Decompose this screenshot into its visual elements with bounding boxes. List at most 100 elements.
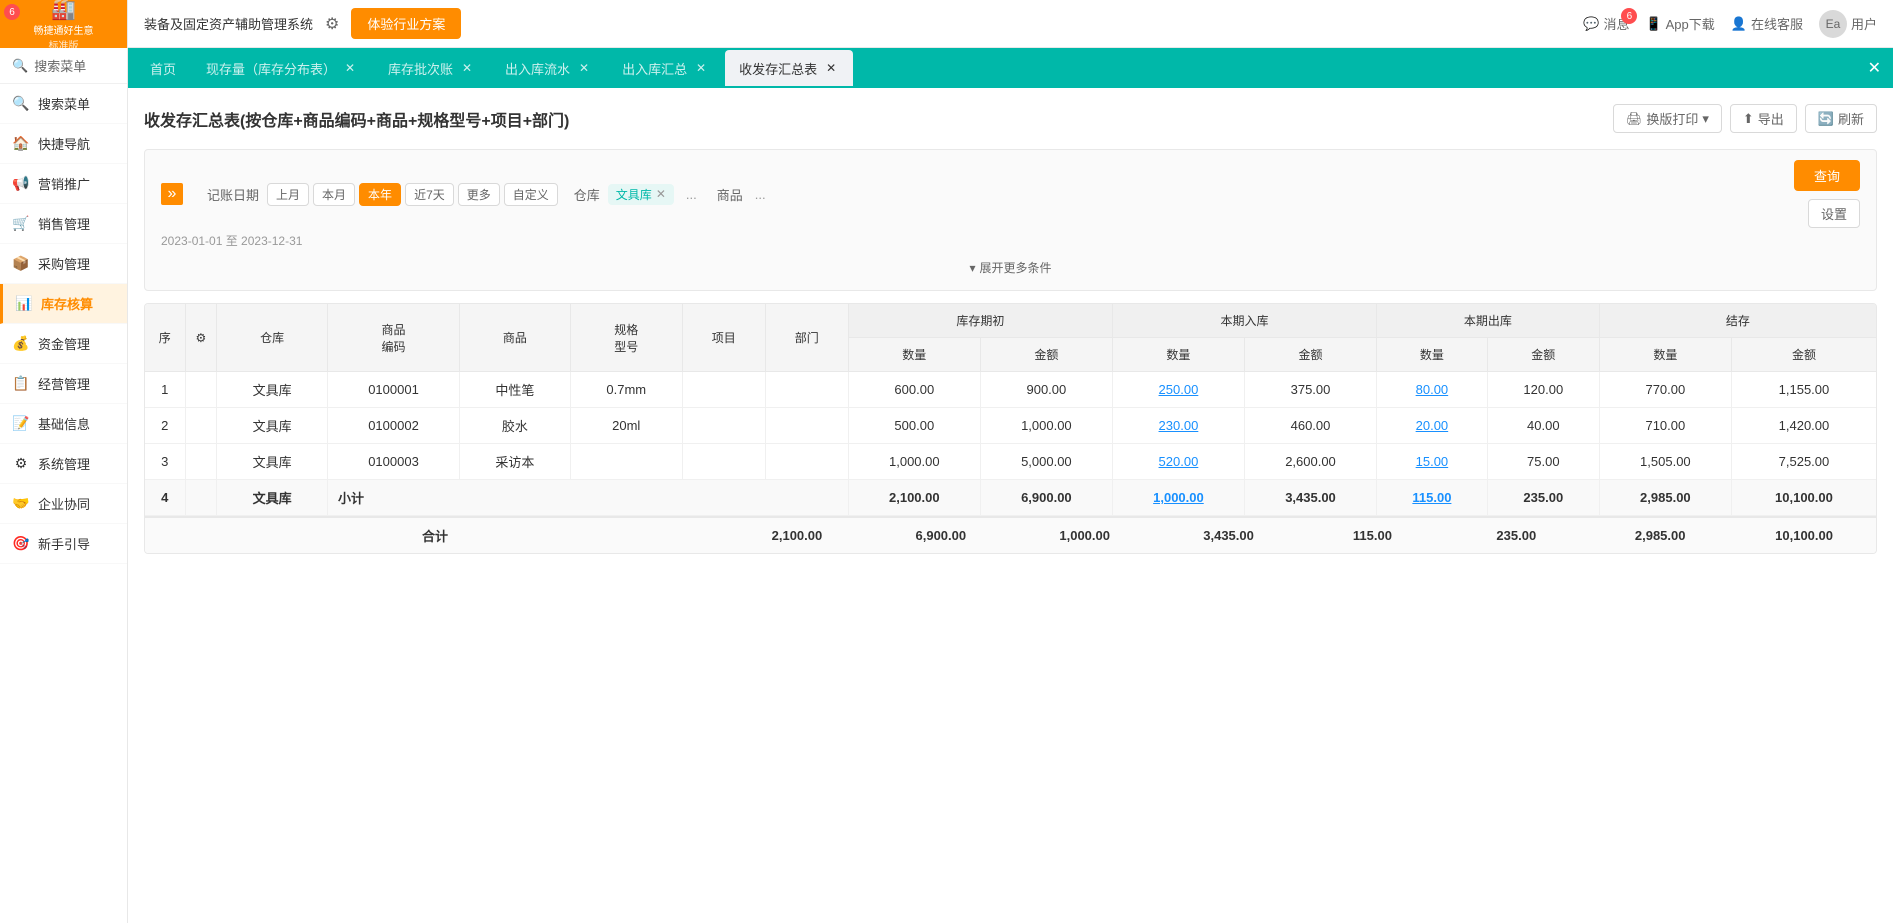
filter-bar: » 记账日期 上月 本月 本年 近7天 更多 自定义 仓库 <box>144 149 1877 291</box>
tab-label: 首页 <box>150 59 176 78</box>
sidebar-search[interactable]: 🔍 搜索菜单 <box>0 48 127 84</box>
tab-close-icon[interactable]: ✕ <box>823 60 839 76</box>
cell-in-qty[interactable]: 250.00 <box>1112 372 1244 408</box>
page-header: 收发存汇总表(按仓库+商品编码+商品+规格型号+项目+部门) 🖨 换版打印 ▾ … <box>144 104 1877 133</box>
user-item[interactable]: Ea 用户 <box>1819 10 1877 38</box>
guide-icon: 🎯 <box>12 535 30 553</box>
warehouse-dots[interactable]: ... <box>682 187 701 202</box>
sidebar-item-marketing[interactable]: 📢 营销推广 <box>0 164 127 204</box>
tab-首页[interactable]: 首页 <box>136 50 190 86</box>
filter-row: » 记账日期 上月 本月 本年 近7天 更多 自定义 仓库 <box>161 160 1860 228</box>
tab-出入库汇总[interactable]: 出入库汇总✕ <box>608 50 723 86</box>
sidebar-item-guide[interactable]: 🎯 新手引导 <box>0 524 127 564</box>
th-settings[interactable]: ⚙ <box>185 304 217 372</box>
sidebar-item-sales[interactable]: 🛒 销售管理 <box>0 204 127 244</box>
date-btn-7days[interactable]: 近7天 <box>405 183 454 206</box>
cell-balance-qty: 1,505.00 <box>1599 444 1731 480</box>
goods-dots[interactable]: ... <box>751 187 770 202</box>
warehouse-tag-close[interactable]: ✕ <box>656 187 666 201</box>
date-btn-last-month[interactable]: 上月 <box>267 183 309 206</box>
sidebar-item-label: 经营管理 <box>38 374 90 393</box>
table-row: 2 文具库 0100002 胶水 20ml 500.00 1,000.00 23… <box>145 408 1876 444</box>
refresh-button[interactable]: 🔄 刷新 <box>1805 104 1877 133</box>
tab-出入库流水[interactable]: 出入库流水✕ <box>491 50 606 86</box>
total-opening-amt: 6,900.00 <box>869 528 1013 543</box>
goods-filter: 商品 ... <box>717 185 770 204</box>
trial-button[interactable]: 体验行业方案 <box>351 8 461 39</box>
avatar: Ea <box>1819 10 1847 38</box>
th-out-group: 本期出库 <box>1377 304 1600 338</box>
system-icon: ⚙ <box>12 455 30 473</box>
sidebar-item-label: 基础信息 <box>38 414 90 433</box>
tab-close-icon[interactable]: ✕ <box>693 60 709 76</box>
sidebar-item-label: 资金管理 <box>38 334 90 353</box>
th-opening-group: 库存期初 <box>848 304 1112 338</box>
message-item[interactable]: 💬 消息 6 <box>1583 14 1629 33</box>
sidebar-item-purchase[interactable]: 📦 采购管理 <box>0 244 127 284</box>
cell-out-qty[interactable]: 80.00 <box>1377 372 1488 408</box>
search-label: 搜索菜单 <box>34 56 86 75</box>
data-table-wrap: 序 ⚙ 仓库 商品编码 商品 规格型号 项目 部门 库存期初 本期入库 本期出库… <box>144 303 1877 554</box>
total-out-amt: 235.00 <box>1444 528 1588 543</box>
cell-project <box>682 444 765 480</box>
th-spec: 规格型号 <box>570 304 682 372</box>
date-btn-this-month[interactable]: 本月 <box>313 183 355 206</box>
sidebar-item-base[interactable]: 📝 基础信息 <box>0 404 127 444</box>
export-button[interactable]: ⬆ 导出 <box>1730 104 1797 133</box>
cell-spec: 0.7mm <box>570 372 682 408</box>
tab-收发存汇总表[interactable]: 收发存汇总表 ✕ <box>725 50 853 86</box>
tab-close-icon[interactable]: ✕ <box>576 60 592 76</box>
sidebar-item-inventory[interactable]: 📊 库存核算 <box>0 284 127 324</box>
settings-icon[interactable]: ⚙ <box>325 14 339 34</box>
sidebar-logo: 6 🏭 畅捷通好生意 标准版 <box>0 0 127 48</box>
cell-in-qty[interactable]: 230.00 <box>1112 408 1244 444</box>
cell-warehouse: 文具库 <box>217 408 328 444</box>
date-btn-custom[interactable]: 自定义 <box>504 183 558 206</box>
sidebar-item-search[interactable]: 🔍 搜索菜单 <box>0 84 127 124</box>
total-opening-qty: 2,100.00 <box>725 528 869 543</box>
tab-label: 收发存汇总表 <box>739 59 817 78</box>
cell-balance-amt: 7,525.00 <box>1731 444 1876 480</box>
query-button[interactable]: 查询 <box>1794 160 1860 191</box>
tab-库存批次账[interactable]: 库存批次账✕ <box>374 50 489 86</box>
print-button[interactable]: 🖨 换版打印 ▾ <box>1613 104 1722 133</box>
page-inner: 收发存汇总表(按仓库+商品编码+商品+规格型号+项目+部门) 🖨 换版打印 ▾ … <box>128 88 1893 923</box>
date-btn-more[interactable]: 更多 <box>458 183 500 206</box>
sidebar-item-quick-nav[interactable]: 🏠 快捷导航 <box>0 124 127 164</box>
page-title: 收发存汇总表(按仓库+商品编码+商品+规格型号+项目+部门) <box>144 107 569 131</box>
logo-text: 畅捷通好生意 <box>34 22 94 37</box>
subtotal-no: 4 <box>145 480 185 516</box>
th-opening-amt: 金额 <box>980 338 1112 372</box>
sidebar-item-system[interactable]: ⚙ 系统管理 <box>0 444 127 484</box>
cell-spec <box>570 444 682 480</box>
sidebar-item-finance[interactable]: 💰 资金管理 <box>0 324 127 364</box>
online-service-item[interactable]: 👤 在线客服 <box>1731 14 1803 33</box>
subtotal-balance-qty: 2,985.00 <box>1599 480 1731 516</box>
tab-close-icon[interactable]: ✕ <box>459 60 475 76</box>
th-warehouse: 仓库 <box>217 304 328 372</box>
cell-project <box>682 372 765 408</box>
filter-settings-button[interactable]: 设置 <box>1808 199 1860 228</box>
cell-in-amt: 460.00 <box>1244 408 1376 444</box>
cell-in-qty[interactable]: 520.00 <box>1112 444 1244 480</box>
subtotal-in-qty[interactable]: 1,000.00 <box>1112 480 1244 516</box>
sidebar-item-enterprise[interactable]: 🤝 企业协同 <box>0 484 127 524</box>
sidebar-item-operation[interactable]: 📋 经营管理 <box>0 364 127 404</box>
inventory-icon: 📊 <box>15 295 33 313</box>
app-download-item[interactable]: 📱 App下载 <box>1645 14 1714 33</box>
cell-warehouse: 文具库 <box>217 372 328 408</box>
expand-conditions[interactable]: ▾ 展开更多条件 <box>161 255 1860 280</box>
expand-filter-btn[interactable]: » <box>161 183 183 205</box>
date-btn-this-year[interactable]: 本年 <box>359 183 401 206</box>
tab-close-icon[interactable]: ✕ <box>342 60 358 76</box>
topbar: 装备及固定资产辅助管理系统 ⚙ 体验行业方案 💬 消息 6 📱 App下载 👤 … <box>128 0 1893 48</box>
subtotal-out-qty[interactable]: 115.00 <box>1377 480 1488 516</box>
cell-in-amt: 2,600.00 <box>1244 444 1376 480</box>
tab-现存量（库存分布表）[interactable]: 现存量（库存分布表）✕ <box>192 50 372 86</box>
cell-out-qty[interactable]: 20.00 <box>1377 408 1488 444</box>
cell-opening-qty: 1,000.00 <box>848 444 980 480</box>
cell-spec: 20ml <box>570 408 682 444</box>
cell-out-qty[interactable]: 15.00 <box>1377 444 1488 480</box>
tabbar-close-btn[interactable]: ✕ <box>1864 54 1885 82</box>
cell-opening-amt: 900.00 <box>980 372 1112 408</box>
